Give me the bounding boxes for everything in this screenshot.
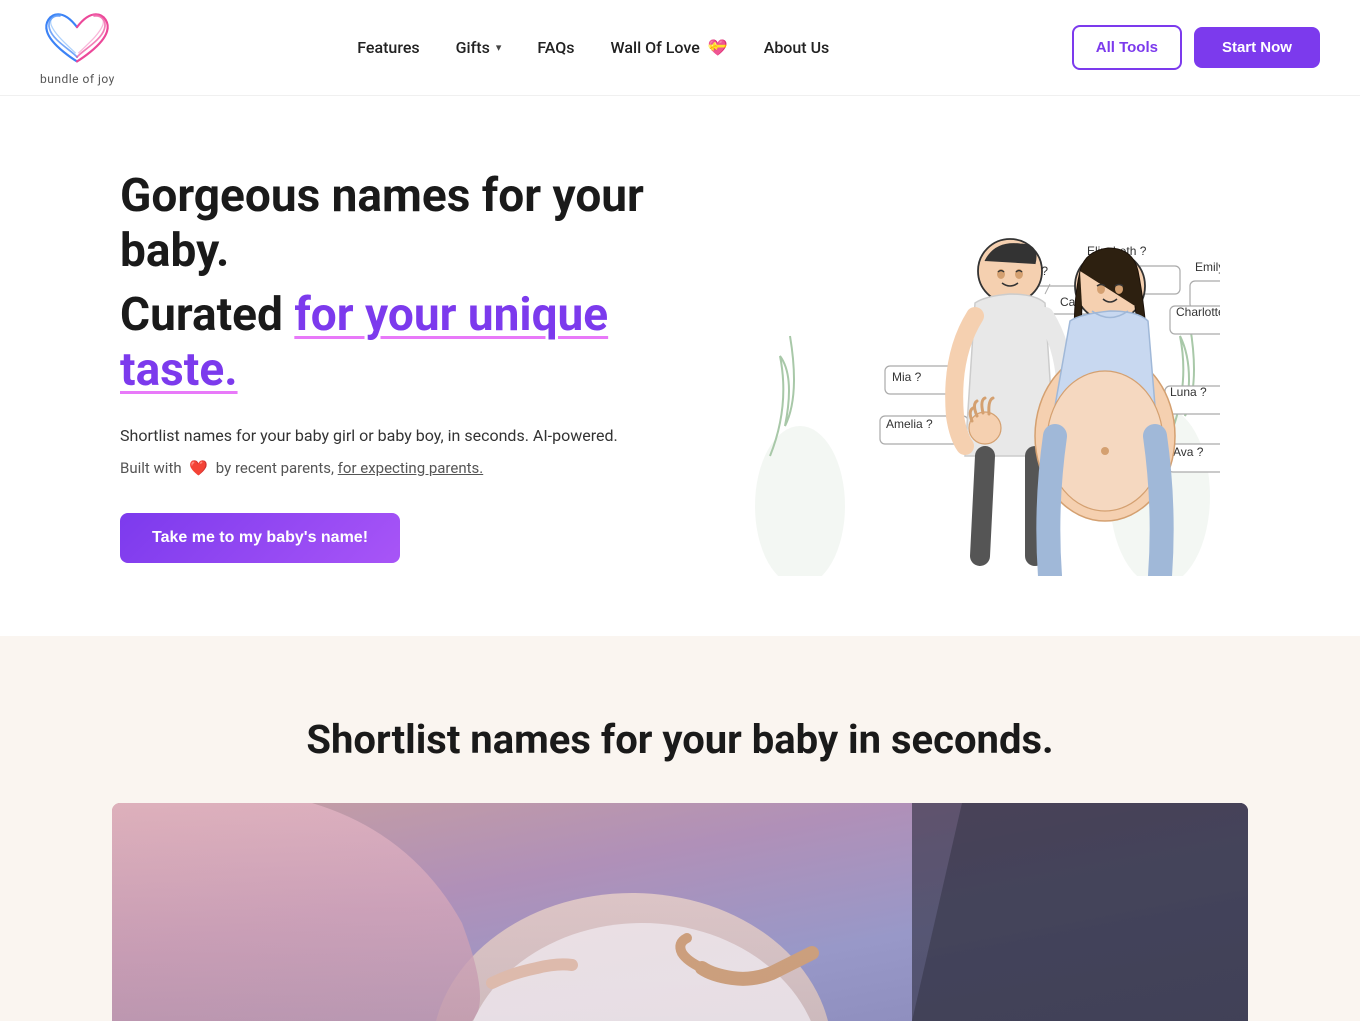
hero-subtext: Shortlist names for your baby girl or ba… (120, 426, 680, 445)
hero-curated-prefix: Curated (120, 288, 294, 342)
logo-text: bundle of joy (40, 72, 115, 86)
hero-illustration: Olivia ? Elizabeth ? Emily ? Camila ? Ch… (720, 156, 1240, 576)
photo-svg (112, 803, 1248, 1021)
all-tools-button[interactable]: All Tools (1072, 25, 1182, 70)
built-prefix: Built with (120, 459, 182, 477)
hero-built-by: Built with ❤️ by recent parents, for exp… (120, 459, 680, 477)
start-now-button[interactable]: Start Now (1194, 27, 1320, 68)
nav-item-faqs[interactable]: FAQs (537, 38, 574, 57)
couple-illustration: Olivia ? Elizabeth ? Emily ? Camila ? Ch… (740, 156, 1220, 576)
navbar: bundle of joy Features Gifts ▾ FAQs Wall… (0, 0, 1360, 96)
second-section-image (112, 803, 1248, 1021)
logo-heart-icon (42, 10, 112, 70)
nav-link-wall-of-love[interactable]: Wall Of Love 💝 (611, 38, 728, 57)
built-suffix: by recent parents, (216, 459, 334, 477)
hero-section: Gorgeous names for your baby. Curated fo… (0, 96, 1360, 636)
svg-text:Amelia ?: Amelia ? (886, 417, 933, 431)
second-section: Shortlist names for your baby in seconds… (0, 636, 1360, 1021)
nav-link-about-us[interactable]: About Us (764, 38, 830, 57)
chevron-down-icon: ▾ (496, 41, 502, 54)
nav-item-features[interactable]: Features (357, 38, 419, 57)
nav-links: Features Gifts ▾ FAQs Wall Of Love 💝 Abo… (357, 38, 829, 57)
heart-emoji: ❤️ (189, 459, 208, 477)
hero-content: Gorgeous names for your baby. Curated fo… (120, 169, 680, 563)
second-section-title: Shortlist names for your baby in seconds… (40, 716, 1320, 763)
svg-text:Luna ?: Luna ? (1170, 385, 1207, 399)
nav-link-gifts[interactable]: Gifts ▾ (456, 38, 502, 57)
nav-item-gifts[interactable]: Gifts ▾ (456, 38, 502, 57)
logo[interactable]: bundle of joy (40, 10, 115, 86)
svg-text:Charlotte ?: Charlotte ? (1176, 305, 1220, 319)
built-link[interactable]: for expecting parents. (338, 459, 484, 477)
nav-link-faqs[interactable]: FAQs (537, 38, 574, 57)
wall-of-love-emoji: 💝 (708, 38, 728, 57)
cta-button[interactable]: Take me to my baby's name! (120, 513, 400, 563)
svg-text:Mia ?: Mia ? (892, 370, 922, 384)
nav-link-features[interactable]: Features (357, 38, 419, 57)
nav-actions: All Tools Start Now (1072, 25, 1320, 70)
nav-item-about-us[interactable]: About Us (764, 38, 830, 57)
hero-headline-line1: Gorgeous names for your baby. (120, 169, 680, 279)
hero-headline-line2: Curated for your unique taste. (120, 288, 680, 398)
nav-item-wall-of-love[interactable]: Wall Of Love 💝 (611, 38, 728, 57)
svg-text:Ava ?: Ava ? (1173, 445, 1204, 459)
illustration-wrapper: Olivia ? Elizabeth ? Emily ? Camila ? Ch… (740, 156, 1220, 576)
svg-text:Emily ?: Emily ? (1195, 260, 1220, 274)
